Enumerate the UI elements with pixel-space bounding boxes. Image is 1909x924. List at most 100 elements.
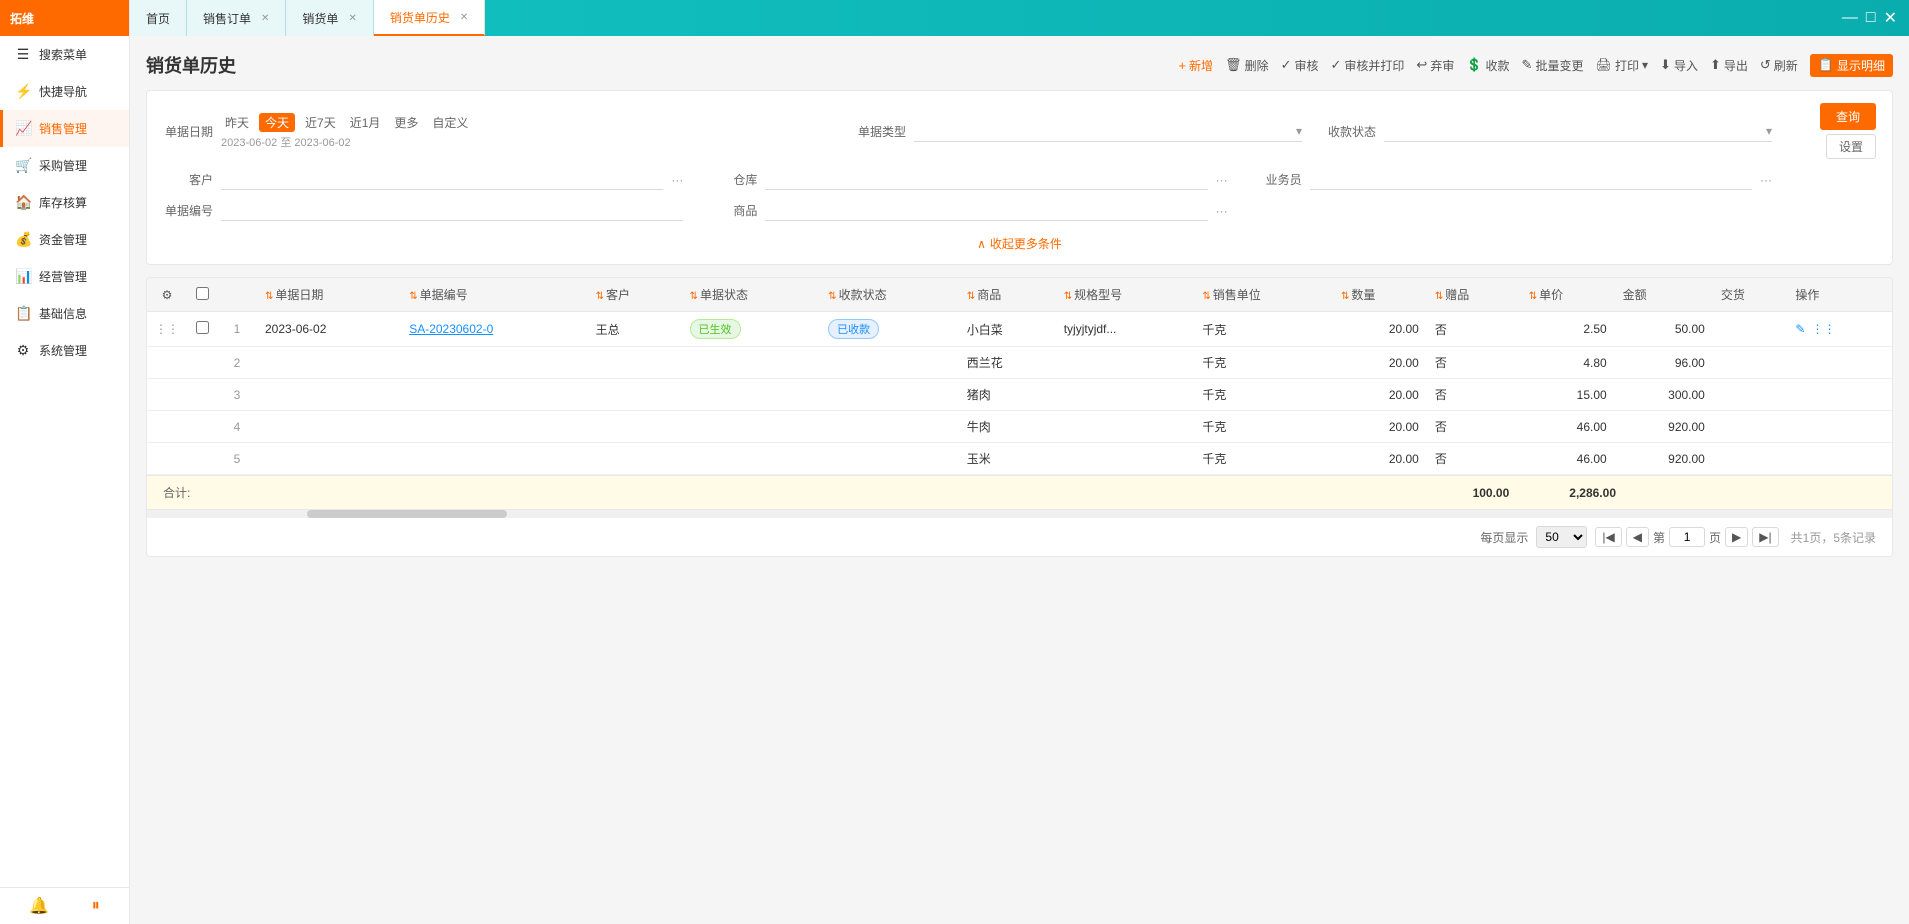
tab-sales-order-close[interactable]: ✕: [261, 13, 269, 24]
row-edit-icon[interactable]: ✎: [1795, 322, 1805, 336]
select-all-checkbox[interactable]: [196, 287, 209, 300]
batch-change-button[interactable]: ✎ 批量变更: [1522, 57, 1584, 74]
export-button[interactable]: ⬆ 导出: [1710, 57, 1748, 74]
shortcut-7days[interactable]: 近7天: [301, 113, 340, 132]
col-customer[interactable]: ⇅客户: [588, 278, 682, 312]
col-qty[interactable]: ⇅数量: [1333, 278, 1427, 312]
col-doc-date[interactable]: ⇅单据日期: [257, 278, 401, 312]
sidebar-item-inventory[interactable]: 🏠 库存核算: [0, 184, 129, 221]
row-customer: 王总: [588, 312, 682, 347]
sidebar-item-ops-mgmt[interactable]: 📊 经营管理: [0, 258, 129, 295]
tab-sales-order-label: 销售订单: [203, 10, 251, 27]
tab-sales-goods-close[interactable]: ✕: [348, 13, 356, 24]
audit-button[interactable]: ✓ 审核: [1281, 57, 1319, 74]
col-spec[interactable]: ⇅规格型号: [1056, 278, 1195, 312]
sidebar-pause-icon[interactable]: ⏸: [92, 897, 100, 915]
sidebar: 拓维 ☰ 搜索菜单 ⚡ 快捷导航 📈 销售管理 🛒 采购管理 🏠 库存核算 💰 …: [0, 0, 130, 924]
row-unit-price: 2.50: [1521, 312, 1615, 347]
col-unit-price[interactable]: ⇅单价: [1521, 278, 1615, 312]
tab-sales-order[interactable]: 销售订单 ✕: [187, 0, 286, 36]
sidebar-item-sys-mgmt[interactable]: ⚙ 系统管理: [0, 332, 129, 369]
shortcut-custom[interactable]: 自定义: [428, 113, 472, 132]
sidebar-item-quick-nav[interactable]: ⚡ 快捷导航: [0, 73, 129, 110]
page-first-button[interactable]: |◀: [1595, 527, 1621, 547]
col-check[interactable]: [187, 278, 217, 312]
abandon-button[interactable]: ↩ 弃审: [1416, 57, 1454, 74]
doc-no-sort-icon: ⇅: [409, 291, 417, 302]
col-gear[interactable]: ⚙: [147, 278, 187, 312]
settings-button[interactable]: 设置: [1826, 134, 1876, 159]
row-qty: 20.00: [1333, 411, 1427, 443]
salesperson-input[interactable]: [1310, 169, 1752, 190]
page-last-button[interactable]: ▶|: [1752, 527, 1778, 547]
tab-sales-history-close[interactable]: ✕: [460, 12, 468, 23]
page-size-select[interactable]: 50 100 200: [1536, 526, 1587, 548]
payment-status-select[interactable]: ▾: [1384, 121, 1772, 142]
col-goods[interactable]: ⇅商品: [959, 278, 1056, 312]
page-next-button[interactable]: ▶: [1725, 527, 1748, 547]
shortcut-yesterday[interactable]: 昨天: [221, 113, 253, 132]
sidebar-item-basic-info[interactable]: 📋 基础信息: [0, 295, 129, 332]
row-goods: 猪肉: [959, 379, 1056, 411]
page-number-input[interactable]: [1669, 527, 1705, 547]
tab-bar-right: — □ ✕: [1842, 0, 1909, 36]
doc-no-link[interactable]: SA-20230602-0: [409, 322, 493, 336]
query-button[interactable]: 查询: [1820, 103, 1876, 130]
goods-input[interactable]: [765, 200, 1207, 221]
sidebar-item-purchase-mgmt[interactable]: 🛒 采购管理: [0, 147, 129, 184]
row-num: 4: [217, 411, 257, 443]
row-gear[interactable]: [147, 347, 187, 379]
col-doc-status[interactable]: ⇅单据状态: [682, 278, 821, 312]
row-gear[interactable]: ⋮⋮: [147, 312, 187, 347]
shortcut-more[interactable]: 更多: [390, 113, 422, 132]
import-icon: ⬇: [1660, 57, 1671, 73]
row-action: [1787, 411, 1892, 443]
sidebar-item-search-menu[interactable]: ☰ 搜索菜单: [0, 36, 129, 73]
customer-input[interactable]: [221, 169, 663, 190]
scroll-area[interactable]: [147, 509, 1892, 517]
row-gear[interactable]: [147, 379, 187, 411]
audit-print-button[interactable]: ✓ 审核并打印: [1331, 57, 1405, 74]
window-maximize-icon[interactable]: □: [1866, 9, 1876, 27]
sidebar-notification-icon[interactable]: 🔔: [29, 896, 49, 916]
col-doc-no[interactable]: ⇅单据编号: [401, 278, 587, 312]
search-panel: 单据日期 昨天 今天 近7天 近1月 更多 自定义 2023-06-02 至 2…: [146, 90, 1893, 265]
row-checkbox[interactable]: [196, 321, 209, 334]
tab-sales-history-label: 销货单历史: [390, 9, 450, 26]
warehouse-input[interactable]: [765, 169, 1207, 190]
doc-type-select[interactable]: ▾: [914, 121, 1302, 142]
tab-sales-goods[interactable]: 销货单 ✕: [286, 0, 373, 36]
col-gift[interactable]: ⇅赠品: [1427, 278, 1521, 312]
print-button[interactable]: 🖨 打印 ▾: [1595, 57, 1648, 74]
salesperson-ellipsis-icon[interactable]: ···: [1760, 173, 1772, 187]
row-unit: 千克: [1194, 443, 1333, 475]
customer-ellipsis-icon[interactable]: ···: [671, 173, 683, 187]
tab-home[interactable]: 首页: [130, 0, 187, 36]
window-minimize-icon[interactable]: —: [1842, 9, 1858, 27]
row-gear[interactable]: [147, 443, 187, 475]
col-payment-status[interactable]: ⇅收款状态: [820, 278, 959, 312]
show-detail-button[interactable]: 📋 显示明细: [1810, 54, 1893, 77]
collect-button[interactable]: 💲 收款: [1466, 57, 1509, 74]
doc-number-input[interactable]: [221, 200, 683, 221]
row-more-icon[interactable]: ⋮⋮: [1811, 322, 1835, 336]
scroll-thumb[interactable]: [307, 510, 507, 518]
col-unit[interactable]: ⇅销售单位: [1194, 278, 1333, 312]
import-button[interactable]: ⬇ 导入: [1660, 57, 1698, 74]
row-num: 2: [217, 347, 257, 379]
window-close-icon[interactable]: ✕: [1884, 8, 1897, 28]
page-prev-button[interactable]: ◀: [1626, 527, 1649, 547]
warehouse-ellipsis-icon[interactable]: ···: [1216, 173, 1228, 187]
sidebar-item-sales-mgmt[interactable]: 📈 销售管理: [0, 110, 129, 147]
delete-button[interactable]: 🗑 删除: [1225, 57, 1269, 74]
tab-sales-history[interactable]: 销货单历史 ✕: [374, 0, 485, 36]
add-button[interactable]: + 新增: [1178, 57, 1213, 74]
row-doc-status: 已生效: [682, 312, 821, 347]
collapse-row[interactable]: ∧ 收起更多条件: [163, 231, 1876, 252]
goods-ellipsis-icon[interactable]: ···: [1216, 204, 1228, 218]
shortcut-today[interactable]: 今天: [259, 113, 295, 132]
refresh-button[interactable]: ↺ 刷新: [1760, 57, 1798, 74]
row-gear[interactable]: [147, 411, 187, 443]
shortcut-1month[interactable]: 近1月: [346, 113, 385, 132]
sidebar-item-finance-mgmt[interactable]: 💰 资金管理: [0, 221, 129, 258]
